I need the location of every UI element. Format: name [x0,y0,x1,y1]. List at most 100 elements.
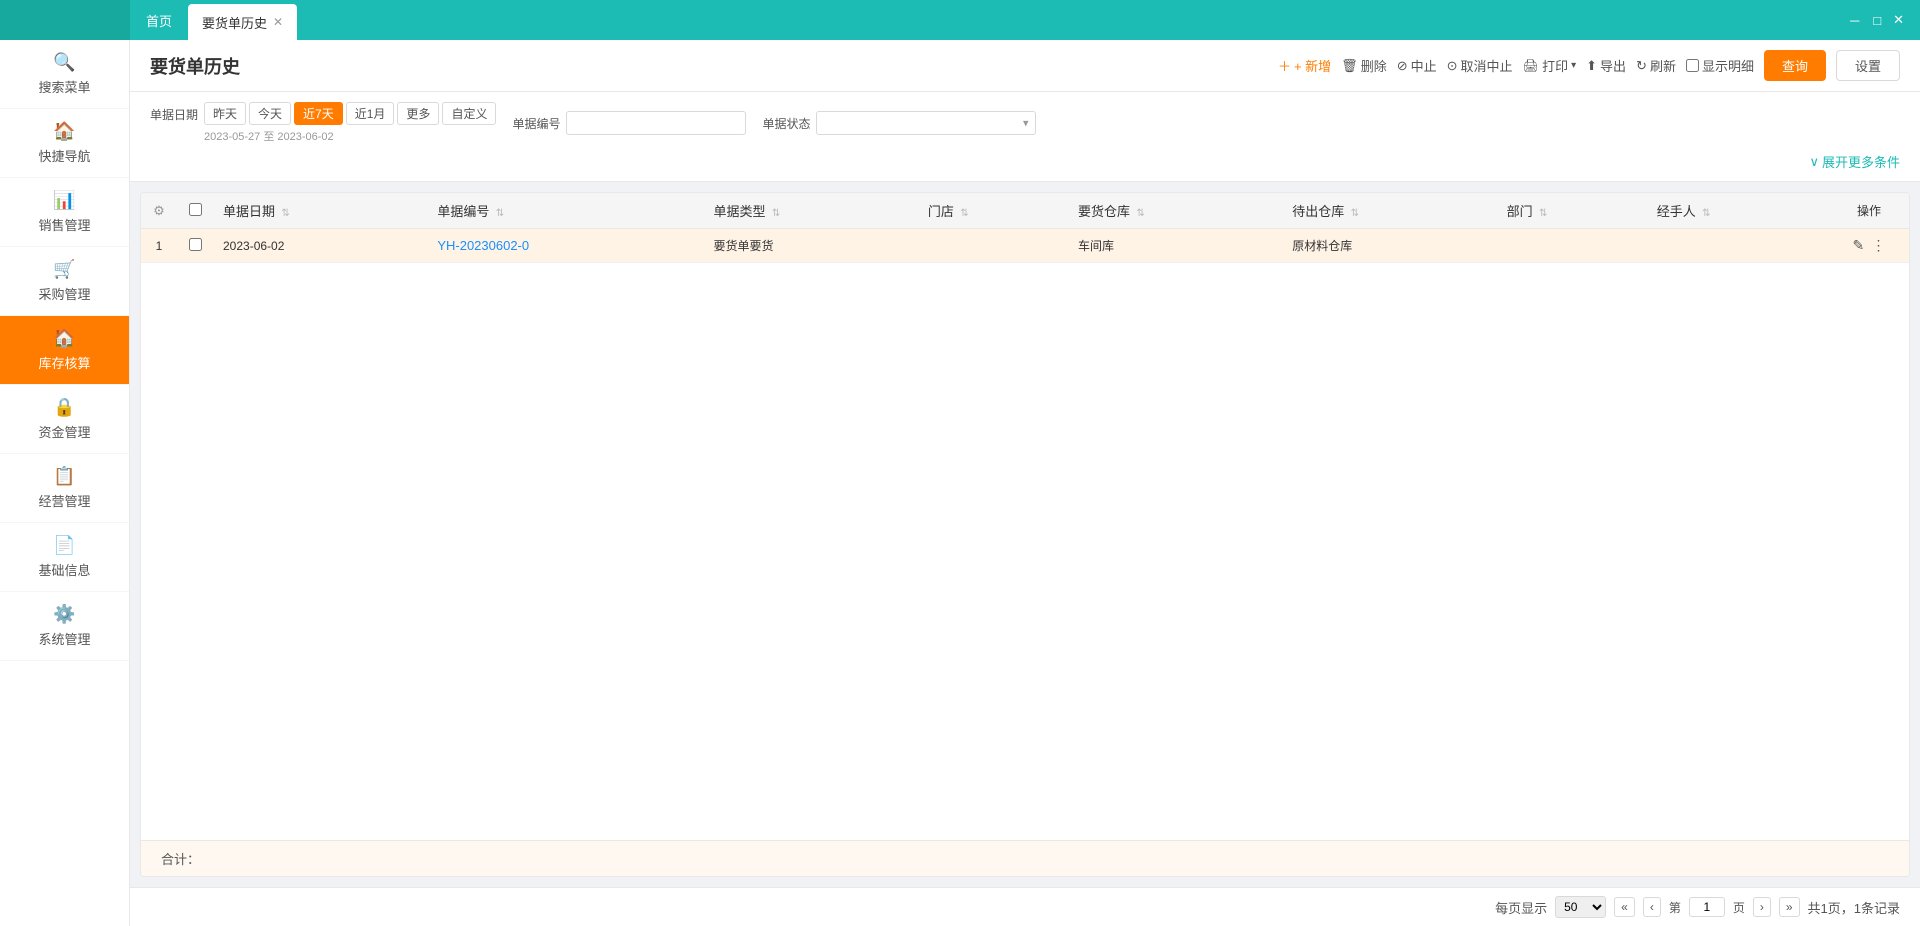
row-checkbox[interactable] [177,229,213,263]
date-filter-label: 单据日期 [150,106,198,123]
date-btn-custom[interactable]: 自定义 [442,102,496,125]
col-type: 单据类型 ⇅ [704,193,918,229]
expand-more-btn[interactable]: ∨ 展开更多条件 [1809,152,1900,171]
summary-label: 合计： [161,852,200,867]
col-ops: 操作 [1829,193,1909,229]
query-button[interactable]: 查询 [1764,50,1826,81]
maximize-icon[interactable]: □ [1873,13,1881,28]
tab-home[interactable]: 首页 [130,0,188,40]
sidebar-item-quick-nav[interactable]: 🏠 快捷导航 [0,109,129,178]
row-date: 2023-06-02 [213,229,427,263]
delete-btn[interactable]: 🗑 删除 [1341,56,1387,75]
per-page-label: 每页显示 [1495,898,1547,917]
row-no[interactable]: YH-20230602-0 [427,229,703,263]
sidebar-item-purchase-mgmt[interactable]: 🛒 采购管理 [0,247,129,316]
export-btn[interactable]: ⬆ 导出 [1586,56,1626,75]
settings-button[interactable]: 设置 [1836,50,1900,81]
row-handler [1647,229,1829,263]
search-menu-icon: 🔍 [53,52,75,73]
sales-icon: 📊 [53,190,75,211]
col-pending-warehouse: 待出仓库 ⇅ [1282,193,1496,229]
page-title: 要货单历史 [150,53,240,79]
plus-icon: ＋ [1278,56,1291,75]
new-btn[interactable]: ＋ + 新增 [1278,56,1331,75]
edit-icon[interactable]: ✎ [1852,237,1864,253]
row-pending-warehouse: 原材料仓库 [1282,229,1496,263]
purchase-icon: 🛒 [53,259,75,280]
order-no-link[interactable]: YH-20230602-0 [437,238,529,253]
row-check-1[interactable] [189,238,202,251]
sort-date-icon[interactable]: ⇅ [281,208,289,219]
print-btn[interactable]: 🖨 打印 ▾ [1523,56,1577,75]
next-page-btn[interactable]: › [1753,897,1771,917]
page-label: 第 [1669,899,1681,916]
date-btn-yesterday[interactable]: 昨天 [204,102,246,125]
sidebar-item-finance-mgmt[interactable]: 🔒 资金管理 [0,385,129,454]
inventory-icon: 🏠 [53,328,75,349]
col-handler: 经手人 ⇅ [1647,193,1829,229]
print-dropdown-icon: ▾ [1571,60,1576,71]
sort-no-icon[interactable]: ⇅ [496,208,504,219]
select-all-checkbox[interactable] [189,203,202,216]
sort-pending-warehouse-icon[interactable]: ⇅ [1351,208,1359,219]
cancel-stop-icon: ⊙ [1447,58,1458,74]
date-btn-1month[interactable]: 近1月 [346,102,395,125]
toolbar: ＋ + 新增 🗑 删除 ⊘ 中止 ⊙ 取消中止 🖨 打印 [1278,50,1900,81]
sidebar-item-sales-mgmt[interactable]: 📊 销售管理 [0,178,129,247]
col-settings[interactable]: ⚙ [141,193,177,229]
cancel-stop-btn[interactable]: ⊙ 取消中止 [1447,56,1513,75]
sort-store-icon[interactable]: ⇅ [960,208,968,219]
refresh-btn[interactable]: ↻ 刷新 [1636,56,1676,75]
date-btn-more[interactable]: 更多 [397,102,439,125]
row-ops: ✎ ⋮ [1829,229,1909,263]
show-detail-check[interactable]: 显示明细 [1686,56,1754,75]
tab-requisition-history[interactable]: 要货单历史 ✕ [188,4,297,40]
finance-icon: 🔒 [53,397,75,418]
sort-handler-icon[interactable]: ⇅ [1702,208,1710,219]
window-close-icon[interactable]: ✕ [1893,12,1904,28]
more-ops-icon[interactable]: ⋮ [1872,237,1886,253]
first-page-btn[interactable]: « [1614,897,1635,917]
per-page-select[interactable]: 20 50 100 [1555,896,1606,918]
show-detail-checkbox[interactable] [1686,59,1699,72]
basic-info-icon: 📄 [53,535,75,556]
table-settings-icon[interactable]: ⚙ [153,203,165,218]
prev-page-btn[interactable]: ‹ [1643,897,1661,917]
row-seq: 1 [141,229,177,263]
sidebar-item-search-menu[interactable]: 🔍 搜索菜单 [0,40,129,109]
total-info: 共1页，1条记录 [1808,898,1900,917]
stop-icon: ⊘ [1397,58,1408,74]
page-input[interactable] [1689,897,1725,917]
refresh-icon: ↻ [1636,58,1647,74]
sort-dept-icon[interactable]: ⇅ [1539,208,1547,219]
data-table: ⚙ 单据日期 ⇅ 单据编号 ⇅ [141,193,1909,263]
sort-type-icon[interactable]: ⇅ [772,208,780,219]
order-no-input[interactable] [566,111,746,135]
col-dept: 部门 ⇅ [1497,193,1647,229]
sidebar-item-sys-mgmt[interactable]: ⚙️ 系统管理 [0,592,129,661]
status-select[interactable] [816,111,1036,135]
col-checkbox [177,193,213,229]
row-dept [1497,229,1647,263]
col-req-warehouse: 要货仓库 ⇅ [1068,193,1282,229]
sidebar-item-ops-mgmt[interactable]: 📋 经营管理 [0,454,129,523]
sidebar-item-basic-info[interactable]: 📄 基础信息 [0,523,129,592]
last-page-btn[interactable]: » [1779,897,1800,917]
close-tab-icon[interactable]: ✕ [273,15,283,29]
home-icon: 🏠 [53,121,75,142]
stop-btn[interactable]: ⊘ 中止 [1397,56,1437,75]
date-btn-7days[interactable]: 近7天 [294,102,343,125]
col-date: 单据日期 ⇅ [213,193,427,229]
row-store [918,229,1068,263]
sidebar-item-inventory[interactable]: 🏠 库存核算 [0,316,129,385]
order-no-label: 单据编号 [512,115,560,132]
row-type: 要货单要货 [704,229,918,263]
date-btn-today[interactable]: 今天 [249,102,291,125]
expand-icon: ∨ [1809,154,1819,170]
minimize-icon[interactable]: － [1848,11,1861,30]
col-no: 单据编号 ⇅ [427,193,703,229]
sort-req-warehouse-icon[interactable]: ⇅ [1136,208,1144,219]
date-range-text: 2023-05-27 至 2023-06-02 [204,128,496,144]
col-store: 门店 ⇅ [918,193,1068,229]
row-req-warehouse: 车间库 [1068,229,1282,263]
